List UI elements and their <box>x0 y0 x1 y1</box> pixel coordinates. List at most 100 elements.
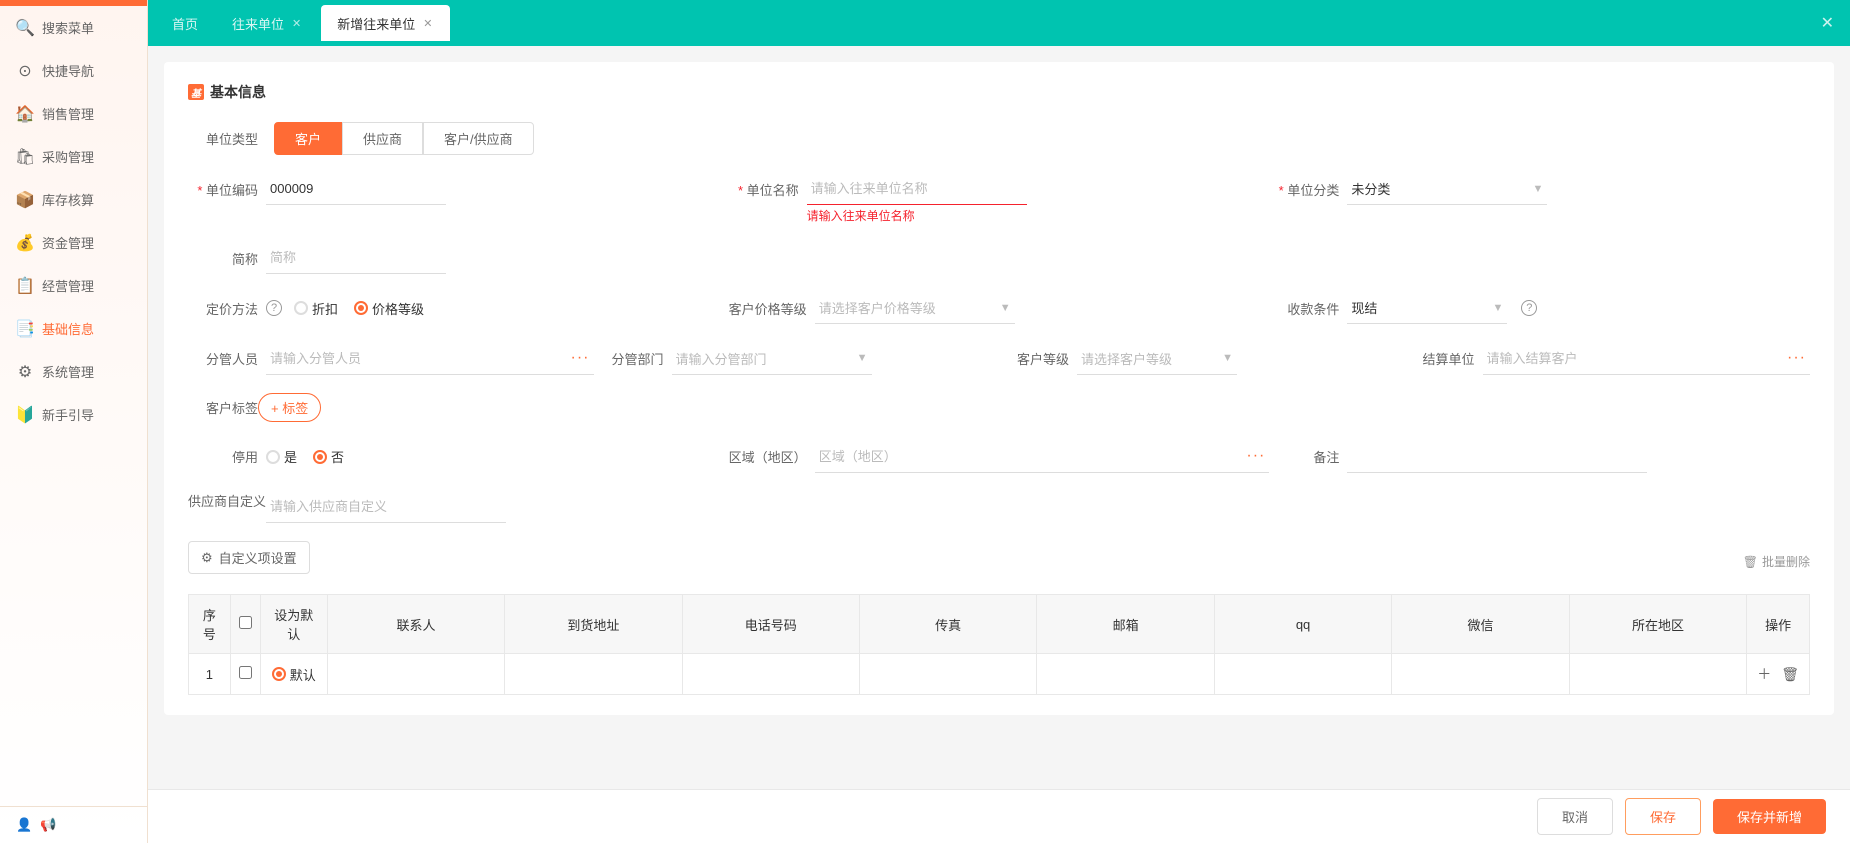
sidebar-bottom: 👤 📢 <box>0 806 147 843</box>
fax-input[interactable] <box>868 667 1028 682</box>
radio-price-level[interactable]: 价格等级 <box>354 299 424 318</box>
tab-new-partner-label: 新增往来单位 <box>337 14 415 33</box>
delete-row-button[interactable]: 🗑 <box>1779 664 1801 685</box>
cell-actions: ＋ 🗑 <box>1747 654 1810 695</box>
payment-terms-select[interactable]: 现结 ▼ <box>1347 292 1507 324</box>
unit-name-field: 单位名称 请输入往来单位名称 <box>729 173 1270 224</box>
supplier-custom-input[interactable] <box>266 491 506 523</box>
sidebar-item-business[interactable]: 📋 经营管理 <box>0 264 147 307</box>
table-row: 1 默认 <box>189 654 1810 695</box>
email-input[interactable] <box>1045 667 1205 682</box>
tab-new-partner[interactable]: 新增往来单位 ✕ <box>321 5 450 41</box>
unit-type-both-btn[interactable]: 客户/供应商 <box>423 122 534 155</box>
tab-home[interactable]: 首页 <box>156 5 214 41</box>
settlement-more-icon[interactable]: ··· <box>1783 349 1810 367</box>
radio-discount-circle <box>294 301 308 315</box>
abbr-input[interactable] <box>266 242 446 274</box>
supplier-custom-label: 供应商自定义 <box>188 491 266 510</box>
add-tag-button[interactable]: + 标签 <box>258 393 321 422</box>
save-button[interactable]: 保存 <box>1625 798 1701 835</box>
sidebar-item-label: 系统管理 <box>42 362 94 381</box>
cell-default: 默认 <box>260 654 327 695</box>
payment-help-icon[interactable]: ? <box>1521 300 1537 316</box>
th-email: 邮箱 <box>1037 595 1214 654</box>
manager-more-icon[interactable]: ··· <box>567 349 594 367</box>
disabled-label: 停用 <box>188 447 258 466</box>
customer-level-select[interactable]: 请选择客户等级 ▼ <box>1077 343 1237 375</box>
abbr-row: 简称 <box>188 242 1810 274</box>
unit-category-field: 单位分类 未分类 ▼ <box>1269 173 1810 205</box>
phone-input[interactable] <box>691 667 851 682</box>
th-default: 设为默认 <box>260 595 327 654</box>
sidebar-item-basic[interactable]: 📑 基础信息 <box>0 307 147 350</box>
radio-no[interactable]: 否 <box>313 447 344 466</box>
sidebar-item-quicknav[interactable]: ⊙ 快捷导航 <box>0 49 147 92</box>
region-input[interactable] <box>815 440 1243 472</box>
sidebar-item-inventory[interactable]: 📦 库存核算 <box>0 178 147 221</box>
sidebar-item-label: 新手引导 <box>42 405 94 424</box>
region-field: 区域（地区） ··· <box>729 440 1270 473</box>
department-select[interactable]: 请输入分管部门 ▼ <box>672 343 872 375</box>
section-icon: 基 <box>188 84 204 100</box>
batch-delete-label: 批量删除 <box>1762 553 1810 570</box>
wechat-input[interactable] <box>1400 667 1560 682</box>
unit-name-error: 请输入往来单位名称 <box>807 209 915 223</box>
sidebar-item-system[interactable]: ⚙ 系统管理 <box>0 350 147 393</box>
customer-price-level-select[interactable]: 请选择客户价格等级 ▼ <box>815 292 1015 324</box>
tab-new-partner-close[interactable]: ✕ <box>421 15 434 32</box>
add-row-button[interactable]: ＋ <box>1755 662 1773 686</box>
th-fax: 传真 <box>859 595 1036 654</box>
payment-terms-field: 收款条件 现结 ▼ ? <box>1269 292 1810 324</box>
manager-input[interactable] <box>266 342 567 374</box>
abbr-field: 简称 <box>188 242 1810 274</box>
finance-icon: 💰 <box>16 234 34 252</box>
region-cell-input[interactable] <box>1578 667 1738 682</box>
batch-delete-button[interactable]: 🗑 批量删除 <box>1743 553 1810 570</box>
sidebar-item-newbie[interactable]: 🔰 新手引导 <box>0 393 147 436</box>
row-checkbox[interactable] <box>239 666 252 679</box>
tab-partners[interactable]: 往来单位 ✕ <box>216 5 319 41</box>
sales-icon: 🏠 <box>16 105 34 123</box>
tab-partners-label: 往来单位 <box>232 14 284 33</box>
unit-category-select[interactable]: 未分类 ▼ <box>1347 173 1547 205</box>
sidebar-item-purchase[interactable]: 🛍 采购管理 <box>0 135 147 178</box>
th-phone: 电话号码 <box>682 595 859 654</box>
unit-type-supplier-btn[interactable]: 供应商 <box>342 122 423 155</box>
tab-home-label: 首页 <box>172 14 198 33</box>
select-all-checkbox[interactable] <box>239 616 252 629</box>
radio-yes[interactable]: 是 <box>266 447 297 466</box>
customer-price-level-placeholder: 请选择客户价格等级 <box>819 298 936 317</box>
unit-name-input[interactable] <box>807 173 1027 205</box>
sidebar-item-sales[interactable]: 🏠 销售管理 <box>0 92 147 135</box>
default-radio[interactable]: 默认 <box>269 665 319 684</box>
sidebar-item-search[interactable]: 🔍 搜索菜单 <box>0 6 147 49</box>
th-seq: 序号 <box>189 595 231 654</box>
pricing-help-icon[interactable]: ? <box>266 300 282 316</box>
qq-input[interactable] <box>1223 667 1384 682</box>
cell-wechat <box>1392 654 1569 695</box>
unit-type-customer-btn[interactable]: 客户 <box>274 122 342 155</box>
newbie-icon: 🔰 <box>16 406 34 424</box>
contact-input[interactable] <box>336 667 496 682</box>
customer-level-label: 客户等级 <box>999 349 1069 368</box>
settlement-unit-input[interactable] <box>1483 342 1784 374</box>
custom-settings-button[interactable]: ⚙ 自定义项设置 <box>188 541 310 574</box>
address-input[interactable] <box>513 667 673 682</box>
row-actions: ＋ 🗑 <box>1755 662 1801 686</box>
radio-no-label: 否 <box>331 447 344 466</box>
chevron-down-icon: ▼ <box>1532 183 1543 195</box>
cell-seq: 1 <box>189 654 231 695</box>
unit-type-group: 客户 供应商 客户/供应商 <box>274 122 534 155</box>
unit-code-label: 单位编码 <box>188 180 258 199</box>
sidebar-item-finance[interactable]: 💰 资金管理 <box>0 221 147 264</box>
th-qq: qq <box>1214 595 1392 654</box>
region-more-icon[interactable]: ··· <box>1242 447 1269 465</box>
remarks-input[interactable] <box>1347 441 1647 473</box>
radio-discount[interactable]: 折扣 <box>294 299 338 318</box>
department-field: 分管部门 请输入分管部门 ▼ <box>594 343 1000 375</box>
save-new-button[interactable]: 保存并新增 <box>1713 799 1826 834</box>
tab-partners-close[interactable]: ✕ <box>290 15 303 32</box>
unit-code-input[interactable] <box>266 173 446 205</box>
cancel-button[interactable]: 取消 <box>1537 798 1613 835</box>
window-close-icon[interactable]: ✕ <box>1813 9 1842 37</box>
